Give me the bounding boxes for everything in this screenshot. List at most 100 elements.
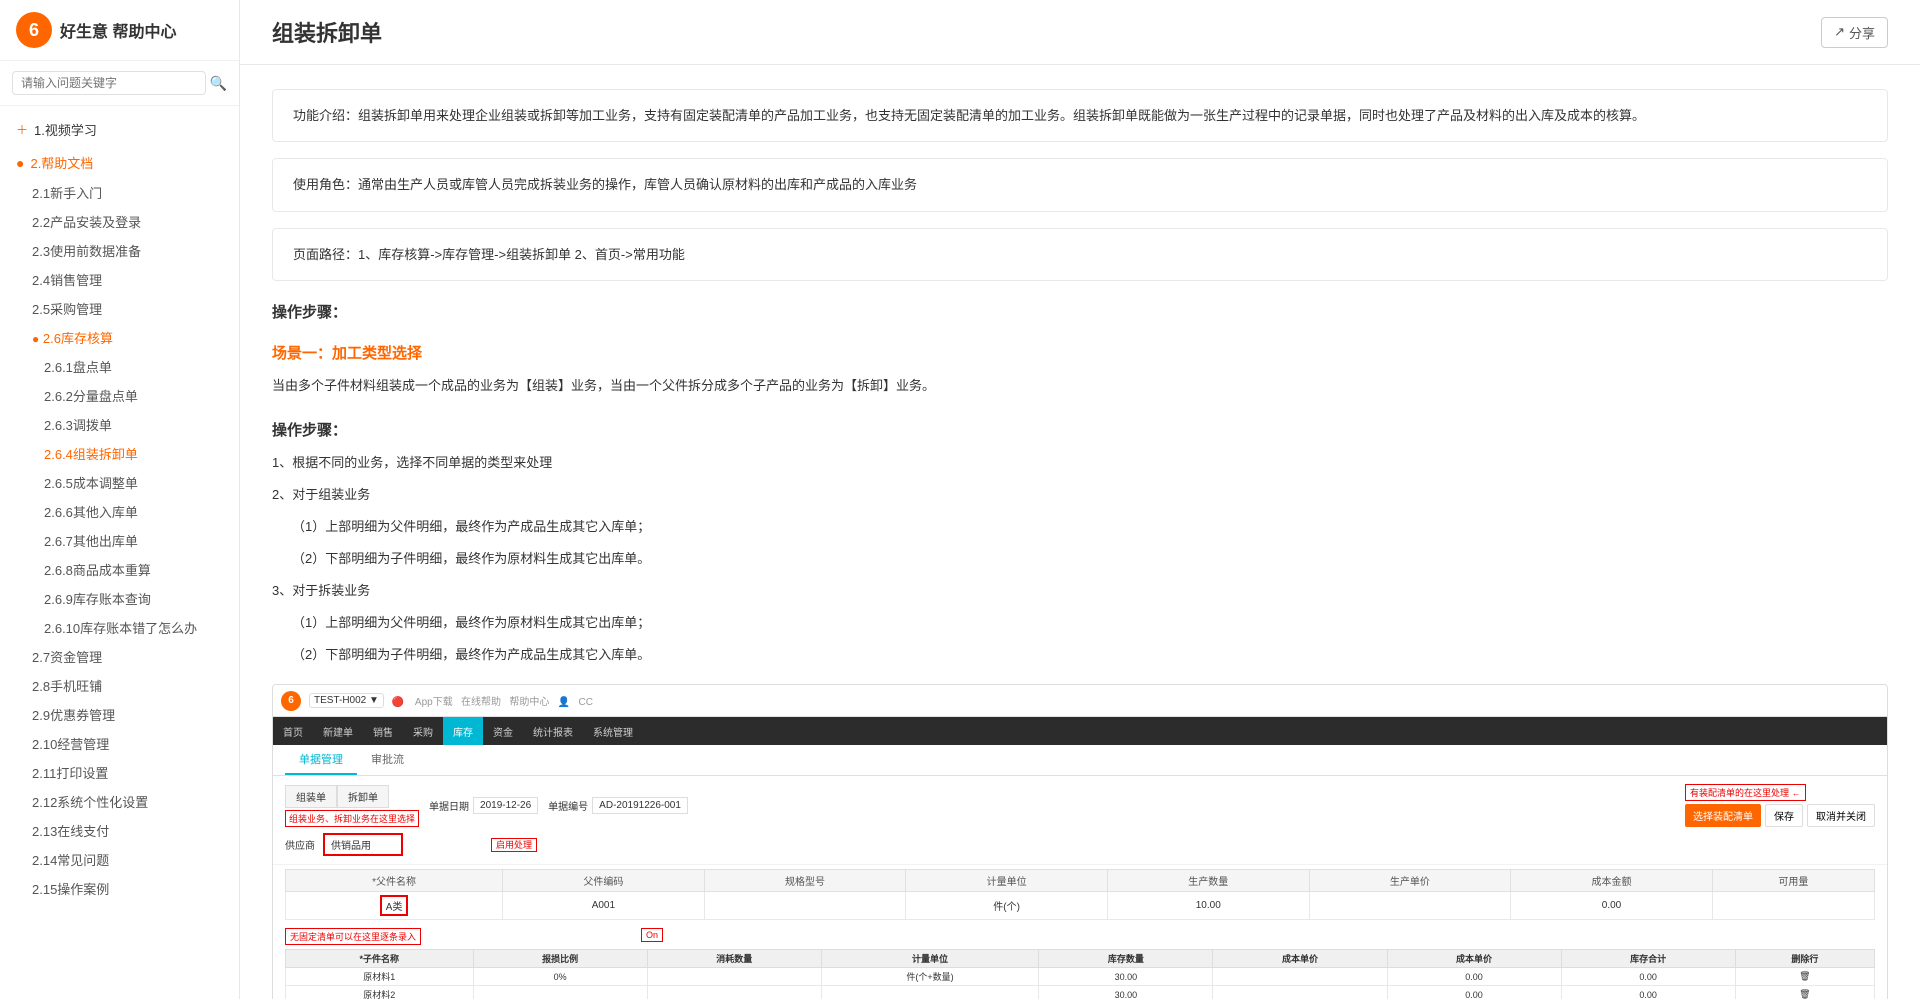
sim-sub-col-stock: 库存数量 xyxy=(1039,950,1213,968)
sidebar-item-2-15[interactable]: 2.15操作案例 xyxy=(0,874,239,903)
sim-sub-row1-consume[interactable] xyxy=(647,968,821,986)
sidebar-header: 6 好生意 帮助中心 xyxy=(0,0,239,61)
sim-cell-spec xyxy=(704,892,906,920)
sim-btn-save[interactable]: 保存 xyxy=(1765,804,1803,827)
sim-menu-system[interactable]: 系统管理 xyxy=(583,717,643,745)
sidebar-item-2-6-2[interactable]: 2.6.2分量盘点单 xyxy=(0,381,239,410)
sim-annotation-manual: 无固定清单可以在这里逐条录入 xyxy=(285,928,421,945)
sim-sub-tabs: 单据管理 审批流 xyxy=(273,745,1887,776)
sim-menu-finance[interactable]: 资金 xyxy=(483,717,523,745)
nav-section-1-title[interactable]: ＋ 1.视频学习 xyxy=(0,114,239,145)
intro-block-3: 页面路径：1、库存核算->库存管理->组装拆卸单 2、首页->常用功能 xyxy=(272,228,1888,281)
sidebar-item-2-6-9[interactable]: 2.6.9库存账本查询 xyxy=(0,584,239,613)
sim-annotation-right: 有装配清单的在这里处理 ← 选择装配清单 保存 取消并关闭 xyxy=(1685,784,1875,827)
content-area: 功能介绍：组装拆卸单用来处理企业组装或拆卸等加工业务，支持有固定装配清单的产品加… xyxy=(240,65,1920,999)
sim-sub-row2-uprice xyxy=(1213,986,1387,999)
sim-supplier-value[interactable]: 供销品用 xyxy=(323,833,403,856)
nav-tree: ＋ 1.视频学习 ● 2.帮助文档 2.1新手入门 2.2产品安装及登录 2.3… xyxy=(0,106,239,999)
sim-menu-home[interactable]: 首页 xyxy=(273,717,313,745)
sim-tab-manage[interactable]: 单据管理 xyxy=(285,745,357,775)
sim-sub-row2-del[interactable]: 🗑 xyxy=(1735,986,1874,999)
sim-tab-approval[interactable]: 审批流 xyxy=(357,745,418,775)
step-2-sub-2: （2）下部明细为子件明细，最终作为原材料生成其它出库单。 xyxy=(292,546,1888,572)
sim-sub-row1-name[interactable]: 原材料1 xyxy=(286,968,474,986)
scenario-desc: 当由多个子件材料组装成一个成品的业务为【组装】业务，当由一个父件拆分成多个子产品… xyxy=(272,373,1888,399)
nav-sub-sub-items-2-6: 2.6.1盘点单 2.6.2分量盘点单 2.6.3调拨单 2.6.4组装拆卸单 … xyxy=(0,352,239,642)
sidebar-item-2-6-10[interactable]: 2.6.10库存账本错了怎么办 xyxy=(0,613,239,642)
sim-sub-col-loss: 报损比例 xyxy=(473,950,647,968)
sidebar-item-2-13[interactable]: 2.13在线支付 xyxy=(0,816,239,845)
sim-upper-table-section: *父件名称 父件编码 规格型号 计量单位 生产数量 生产单价 成本金额 可用量 xyxy=(273,865,1887,924)
sidebar-item-2-9[interactable]: 2.9优惠券管理 xyxy=(0,700,239,729)
nav-section-2-title[interactable]: ● 2.帮助文档 xyxy=(0,147,239,178)
sim-sub-row1-loss: 0% xyxy=(473,968,647,986)
sim-menu-purchase[interactable]: 采购 xyxy=(403,717,443,745)
sim-col-parent-code: 父件编码 xyxy=(503,870,705,892)
sidebar-item-2-7[interactable]: 2.7资金管理 xyxy=(0,642,239,671)
sim-sub-row1-uprice xyxy=(1213,968,1387,986)
sim-sub-row2-unit xyxy=(821,986,1039,999)
sidebar-item-2-6-8[interactable]: 2.6.8商品成本重算 xyxy=(0,555,239,584)
sim-sub-row2-cprice: 0.00 xyxy=(1387,986,1561,999)
sim-btn-select-bom[interactable]: 选择装配清单 xyxy=(1685,804,1761,827)
sim-annotation-bom: 有装配清单的在这里处理 ← xyxy=(1685,784,1806,801)
sim-type-assemble[interactable]: 组装单 xyxy=(285,785,337,808)
sim-col-spec: 规格型号 xyxy=(704,870,906,892)
search-box: 🔍 xyxy=(0,61,239,106)
sidebar-item-2-6-6[interactable]: 2.6.6其他入库单 xyxy=(0,497,239,526)
sim-menu-stats[interactable]: 统计报表 xyxy=(523,717,583,745)
sim-btn-cancel[interactable]: 取消并关闭 xyxy=(1807,804,1875,827)
sim-right-btns: 选择装配清单 保存 取消并关闭 xyxy=(1685,804,1875,827)
sidebar-item-2-6-1[interactable]: 2.6.1盘点单 xyxy=(0,352,239,381)
sim-supplier-row: 供应商 供销品用 启用处理 xyxy=(285,833,1875,856)
sidebar: 6 好生意 帮助中心 🔍 ＋ 1.视频学习 ● 2.帮助文档 2.1新手入门 2… xyxy=(0,0,240,999)
sim-supplier-annotation: 启用处理 xyxy=(491,838,537,851)
sidebar-item-2-5[interactable]: 2.5采购管理 xyxy=(0,294,239,323)
search-button[interactable]: 🔍 xyxy=(210,75,227,92)
sim-cell-parent-name[interactable]: A类 xyxy=(286,892,503,920)
sim-sub-row1-stock: 30.00 xyxy=(1039,968,1213,986)
sim-date-value[interactable]: 2019-12-26 xyxy=(473,797,538,814)
sim-cell-qty[interactable]: 10.00 xyxy=(1107,892,1309,920)
intro-block-2: 使用角色：通常由生产人员或库管人员完成拆装业务的操作，库管人员确认原材料的出库和… xyxy=(272,158,1888,211)
sidebar-item-2-12[interactable]: 2.12系统个性化设置 xyxy=(0,787,239,816)
sim-sub-row2-consume[interactable] xyxy=(647,986,821,999)
sidebar-item-2-1[interactable]: 2.1新手入门 xyxy=(0,178,239,207)
sidebar-item-2-3[interactable]: 2.3使用前数据准备 xyxy=(0,236,239,265)
sim-sub-col-name: *子件名称 xyxy=(286,950,474,968)
sidebar-item-2-6-4[interactable]: 2.6.4组装拆卸单 xyxy=(0,439,239,468)
sim-menu-new[interactable]: 新建单 xyxy=(313,717,363,745)
sim-form-section: 组装单 拆卸单 组装业务、拆卸业务在这里选择 单据日期 2019-12-26 xyxy=(273,776,1887,864)
page-title: 组装拆卸单 xyxy=(272,16,382,48)
sidebar-item-2-6-3[interactable]: 2.6.3调拨单 xyxy=(0,410,239,439)
sim-type-disassemble[interactable]: 拆卸单 xyxy=(337,785,389,808)
sim-sub-row1-del[interactable]: 🗑 xyxy=(1735,968,1874,986)
sim-company-select[interactable]: TEST-H002 ▼ xyxy=(309,693,384,708)
sidebar-item-2-6-5[interactable]: 2.6.5成本调整单 xyxy=(0,468,239,497)
sim-sub-row2-name[interactable]: 原材料2 xyxy=(286,986,474,999)
plus-icon: ＋ xyxy=(16,121,28,138)
sim-menu-inventory[interactable]: 库存 xyxy=(443,717,483,745)
sim-sub-row1-cprice: 0.00 xyxy=(1387,968,1561,986)
sidebar-item-2-4[interactable]: 2.4销售管理 xyxy=(0,265,239,294)
sidebar-item-2-10[interactable]: 2.10经营管理 xyxy=(0,729,239,758)
scenario-title: 场景一：加工类型选择 xyxy=(272,342,1888,363)
sim-menu-sales[interactable]: 销售 xyxy=(363,717,403,745)
search-input[interactable] xyxy=(12,71,206,95)
sidebar-item-2-11[interactable]: 2.11打印设置 xyxy=(0,758,239,787)
sim-col-cost: 成本金额 xyxy=(1511,870,1713,892)
share-button[interactable]: ↗ 分享 xyxy=(1821,17,1888,48)
sim-col-qty: 生产数量 xyxy=(1107,870,1309,892)
sidebar-item-2-2[interactable]: 2.2产品安装及登录 xyxy=(0,207,239,236)
sim-order-value[interactable]: AD-20191226-001 xyxy=(592,797,688,814)
sim-sub-row2-loss xyxy=(473,986,647,999)
sim-date-field: 单据日期 2019-12-26 xyxy=(429,797,538,814)
sidebar-item-2-6-7[interactable]: 2.6.7其他出库单 xyxy=(0,526,239,555)
sim-sub-col-uprice: 成本单价 xyxy=(1213,950,1387,968)
main-panel: 组装拆卸单 ↗ 分享 功能介绍：组装拆卸单用来处理企业组装或拆卸等加工业务，支持… xyxy=(240,0,1920,999)
sidebar-item-2-14[interactable]: 2.14常见问题 xyxy=(0,845,239,874)
sim-col-unit: 计量单位 xyxy=(906,870,1108,892)
sidebar-item-2-8[interactable]: 2.8手机旺铺 xyxy=(0,671,239,700)
sidebar-item-2-6[interactable]: ● 2.6库存核算 xyxy=(0,323,239,352)
table-row: 原材料1 0% 件(个+数量) 30.00 0.00 0.00 🗑 xyxy=(286,968,1875,986)
